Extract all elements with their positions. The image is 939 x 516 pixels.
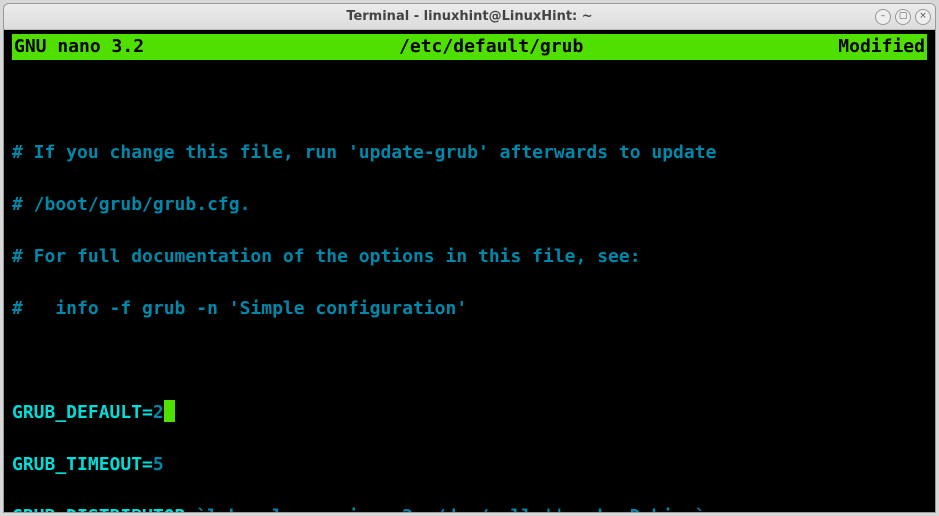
window-controls: – ▢ × <box>875 9 931 25</box>
file-line: # If you change this file, run 'update-g… <box>12 140 927 166</box>
text-cursor <box>164 400 175 422</box>
close-button[interactable]: × <box>915 9 931 25</box>
nano-header-bar: GNU nano 3.2 /etc/default/grub Modified <box>12 34 927 60</box>
var-value: 2 <box>153 402 164 423</box>
nano-filepath: /etc/default/grub <box>399 34 583 60</box>
var-value: 5 <box>153 454 164 475</box>
file-line <box>12 348 927 374</box>
editor-content[interactable]: # If you change this file, run 'update-g… <box>12 62 927 512</box>
terminal-window: Terminal - linuxhint@LinuxHint: ~ – ▢ × … <box>3 3 936 513</box>
terminal-area[interactable]: GNU nano 3.2 /etc/default/grub Modified … <box>4 30 935 512</box>
file-line: GRUB_TIMEOUT=5 <box>12 452 927 478</box>
file-line: # info -f grub -n 'Simple configuration' <box>12 296 927 322</box>
var-key: GRUB_TIMEOUT= <box>12 454 153 475</box>
maximize-button[interactable]: ▢ <box>895 9 911 25</box>
file-line: GRUB_DEFAULT=2 <box>12 400 927 426</box>
file-line <box>12 88 927 114</box>
window-title: Terminal - linuxhint@LinuxHint: ~ <box>4 9 935 24</box>
nano-app-version: GNU nano 3.2 <box>14 34 144 60</box>
minimize-button[interactable]: – <box>875 9 891 25</box>
window-titlebar: Terminal - linuxhint@LinuxHint: ~ – ▢ × <box>4 4 935 30</box>
file-line: # For full documentation of the options … <box>12 244 927 270</box>
file-line: GRUB_DISTRIBUTOR=`lsb_release -i -s 2> /… <box>12 504 927 512</box>
file-line: # /boot/grub/grub.cfg. <box>12 192 927 218</box>
var-key: GRUB_DEFAULT= <box>12 402 153 423</box>
nano-modified-status: Modified <box>838 34 925 60</box>
var-key: GRUB_DISTRIBUTOR= <box>12 506 196 512</box>
var-value: `lsb_release -i -s 2> /dev/null || echo … <box>196 506 705 512</box>
